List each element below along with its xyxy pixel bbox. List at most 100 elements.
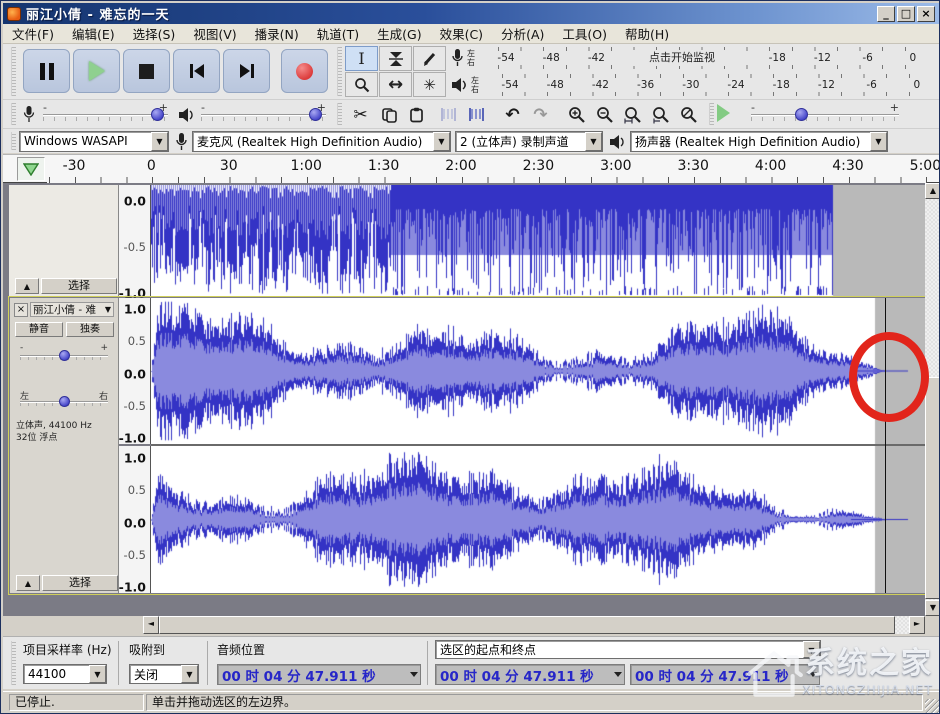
record-button[interactable] [281,49,328,93]
gain-slider[interactable]: - + [20,344,108,364]
waveform-track-top[interactable] [151,185,925,296]
menu-item[interactable]: 选择(S) [124,22,185,45]
menu-item[interactable]: 文件(F) [3,22,63,45]
snap-select[interactable]: 关闭▼ [129,664,199,684]
play-at-speed-button[interactable] [717,104,730,122]
menu-item[interactable]: 工具(O) [553,22,616,45]
maximize-button[interactable]: □ [897,6,915,22]
minimize-button[interactable]: _ [877,6,895,22]
recording-meter[interactable]: 左右 -54-48-42-36-30-24-18-12-60 点击开始监视 [451,45,937,71]
recording-device-select[interactable]: 麦克风 (Realtek High Definition Audio)▼ [192,131,451,152]
vertical-scroll-thumb[interactable] [925,377,940,599]
menu-item[interactable]: 轨道(T) [308,22,368,45]
project-rate-select[interactable]: 44100▼ [23,664,107,684]
horizontal-scroll-thumb[interactable] [159,616,895,634]
slider-thumb[interactable] [795,108,808,121]
playback-meter-scale[interactable]: -54-48-42-36-30-24-18-12-60 [482,73,937,97]
menu-item[interactable]: 帮助(H) [616,22,678,45]
playback-meter[interactable]: 左右 -54-48-42-36-30-24-18-12-60 [451,72,937,98]
chevron-down-icon[interactable]: ▼ [433,132,450,151]
menu-item[interactable]: 生成(G) [368,22,430,45]
slider-thumb[interactable] [59,350,70,361]
close-button[interactable]: × [917,6,935,22]
transport-grip[interactable] [11,47,16,96]
monitor-hint[interactable]: 点击开始监视 [618,50,746,66]
menu-item[interactable]: 效果(C) [431,22,492,45]
recording-meter-scale[interactable]: -54-48-42-36-30-24-18-12-60 点击开始监视 [478,46,937,70]
chevron-down-icon[interactable]: ▼ [181,665,198,683]
title-bar[interactable]: 丽江小倩 - 难忘的一天 _ □ × [3,3,939,24]
track-panel-top[interactable]: ▲ 选择 [9,185,119,296]
scroll-down-button[interactable]: ▼ [925,600,940,616]
menu-item[interactable]: 分析(A) [492,22,553,45]
slider-thumb[interactable] [59,396,70,407]
recording-channels-select[interactable]: 2 (立体声) 录制声道▼ [455,131,603,152]
slider-thumb[interactable] [151,108,164,121]
undo-button[interactable]: ↶ [499,102,526,127]
resize-grip[interactable] [925,699,939,713]
draw-tool-button[interactable] [413,46,446,71]
track-panel-main[interactable]: × 丽江小倩 - 难▼ 静音 独奏 - + 左 右 立体声, 44100 Hz [10,298,119,593]
timeline-ruler[interactable]: -300301:001:302:002:303:003:304:004:305:… [47,155,927,183]
edit-grip[interactable] [337,103,342,125]
recording-volume-slider[interactable]: - + [43,103,168,125]
menu-item[interactable]: 编辑(E) [63,22,124,45]
selbar-grip[interactable] [11,641,16,685]
envelope-tool-button[interactable] [379,46,412,71]
cut-button[interactable]: ✂ [347,102,374,127]
playback-device-select[interactable]: 扬声器 (Realtek High Definition Audio)▼ [630,131,888,152]
chevron-down-icon[interactable]: ▼ [89,665,106,683]
mixer-grip[interactable] [11,103,16,125]
selection-end-field[interactable]: 00 时 04 分 47.911 秒 [630,664,820,685]
pan-slider[interactable]: 左 右 [20,390,108,410]
zoom-in-button[interactable] [563,102,590,127]
pinned-play-head-button[interactable] [17,157,45,181]
chevron-down-icon[interactable]: ▼ [585,132,602,151]
audio-host-select[interactable]: Windows WASAPI▼ [19,131,169,152]
chevron-down-icon[interactable] [809,672,817,677]
trim-audio-button[interactable] [435,102,462,127]
scroll-left-button[interactable]: ◄ [143,616,159,634]
zoom-out-button[interactable] [591,102,618,127]
zoom-selection-button[interactable] [619,102,646,127]
skip-to-end-button[interactable] [223,49,270,93]
playback-volume-slider[interactable]: - + [201,103,326,125]
zoom-toggle-button[interactable] [675,102,702,127]
skip-to-start-button[interactable] [173,49,220,93]
zoom-project-button[interactable] [647,102,674,127]
menu-item[interactable]: 播录(N) [246,22,308,45]
track-select-button[interactable]: 选择 [41,278,117,294]
chevron-down-icon[interactable] [614,672,622,677]
copy-button[interactable] [375,102,402,127]
tools-grip[interactable] [337,47,342,96]
menu-item[interactable]: 视图(V) [184,22,245,45]
selection-start-field[interactable]: 00 时 04 分 47.911 秒 [435,664,625,685]
horizontal-scrollbar[interactable]: ◄ ► [143,616,925,634]
solo-button[interactable]: 独奏 [66,322,114,337]
vertical-ruler-ch2[interactable]: 1.00.50.0-0.5-1.0 [119,446,151,593]
audio-position-field[interactable]: 00 时 04 分 47.911 秒 [217,664,421,685]
waveform-channel-right[interactable] [151,446,925,593]
timeshift-tool-button[interactable]: ↔ [379,72,412,97]
collapse-track-button[interactable]: ▲ [16,575,40,591]
chevron-down-icon[interactable] [410,672,418,677]
chevron-down-icon[interactable]: ▼ [803,641,820,658]
chevron-down-icon[interactable]: ▼ [870,132,887,151]
expand-track-button[interactable]: ▲ [15,278,39,294]
vertical-ruler-ch1[interactable]: 1.00.50.0-0.5-1.0 [119,298,151,444]
speed-grip[interactable] [709,103,714,125]
paste-button[interactable] [403,102,430,127]
chevron-down-icon[interactable]: ▼ [151,132,168,151]
stop-button[interactable] [123,49,170,93]
slider-thumb[interactable] [309,108,322,121]
redo-button[interactable]: ↷ [527,102,554,127]
device-grip[interactable] [11,132,16,150]
scroll-right-button[interactable]: ► [909,616,925,634]
vertical-ruler-top[interactable]: 0.0-0.5-1.0 [119,185,151,296]
silence-audio-button[interactable] [463,102,490,127]
zoom-tool-button[interactable] [345,72,378,97]
track-select-button[interactable]: 选择 [42,575,118,591]
playback-speed-slider[interactable]: - + [751,103,899,125]
close-track-button[interactable]: × [14,303,28,317]
multi-tool-button[interactable]: ✳ [413,72,446,97]
